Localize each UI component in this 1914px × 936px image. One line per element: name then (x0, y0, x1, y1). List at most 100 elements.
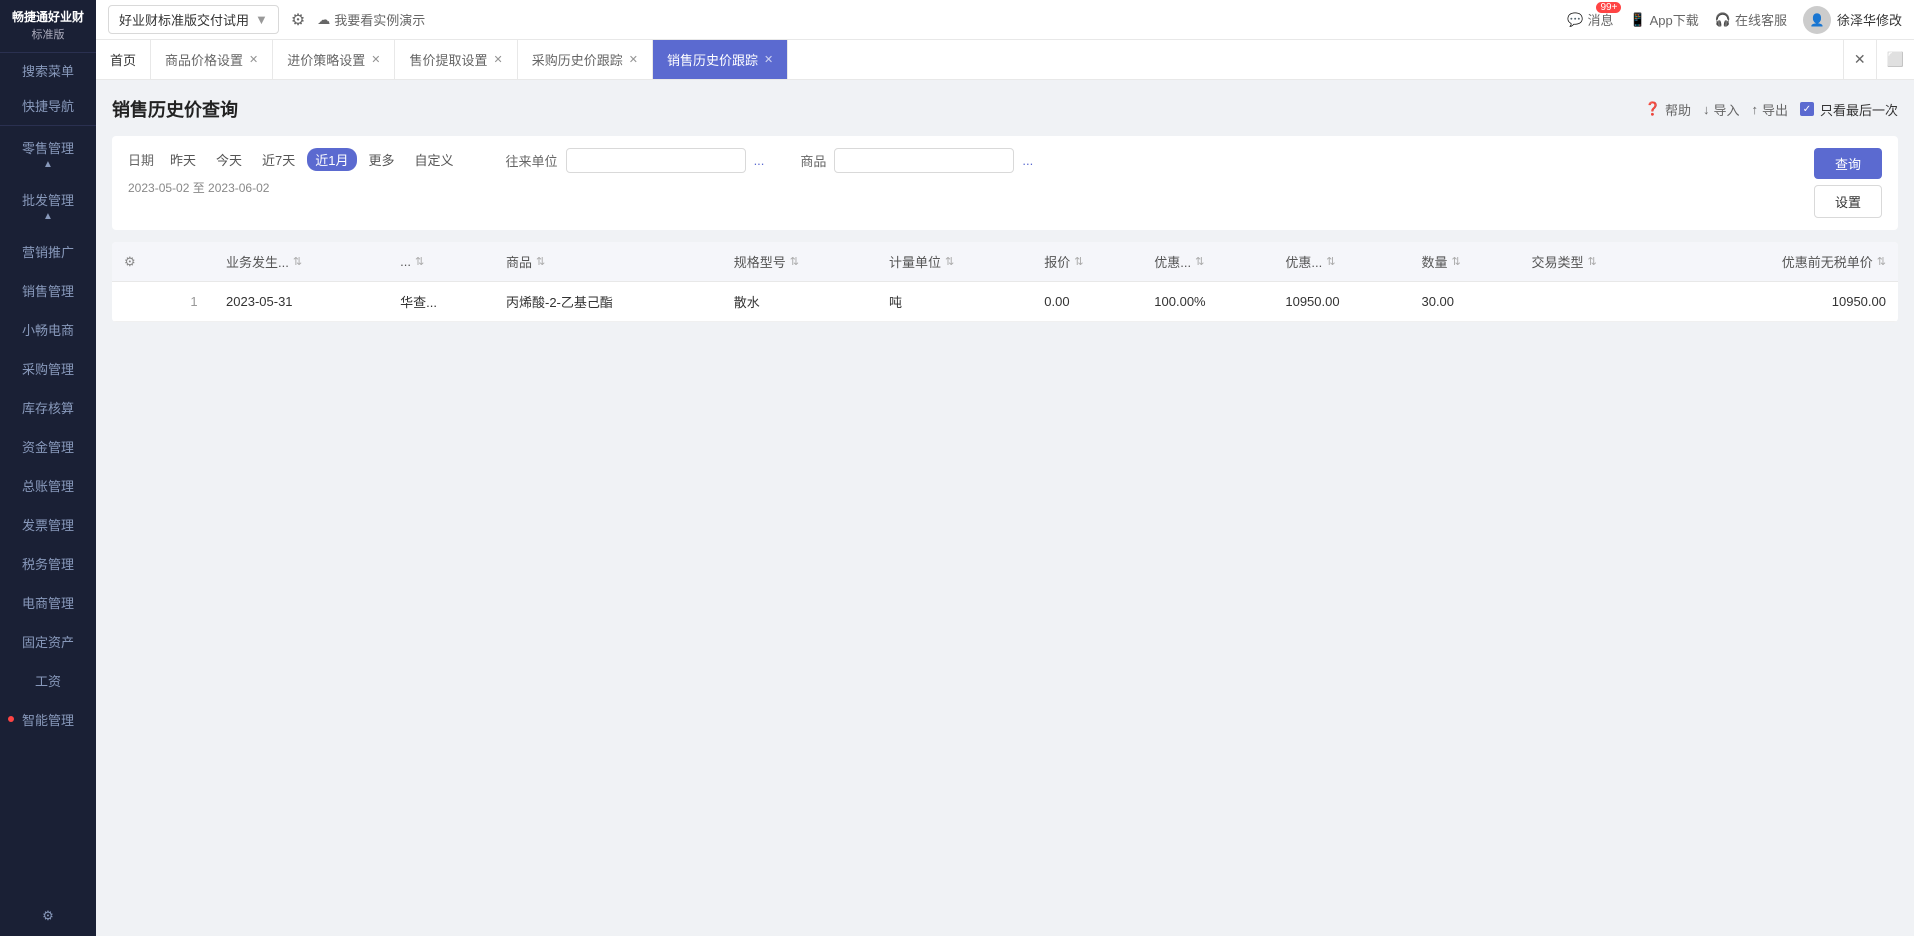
tab-price-extract[interactable]: 售价提取设置 ✕ (395, 40, 517, 80)
table-gear-icon[interactable]: ⚙ (124, 254, 136, 269)
product-input[interactable] (834, 148, 1014, 173)
sidebar-item-purchase[interactable]: 采购管理 (0, 349, 96, 388)
show-last-checkbox-label[interactable]: ✓ 只看最后一次 (1800, 100, 1898, 119)
sidebar-item-marketing[interactable]: 营销推广 (0, 232, 96, 271)
sidebar-item-label-assets: 固定资产 (22, 632, 74, 651)
col-pre-tax-price[interactable]: 优惠前无税单价 ⇅ (1675, 242, 1898, 282)
date-option-custom[interactable]: 自定义 (407, 148, 462, 171)
demo-link[interactable]: ☁ 我要看实例演示 (317, 10, 425, 29)
sidebar-item-label-ecommerce-small: 小畅电商 (22, 320, 74, 339)
tab-sales-history-close-icon[interactable]: ✕ (764, 53, 773, 66)
app-download-button[interactable]: 📱 App下载 (1629, 10, 1698, 29)
import-link[interactable]: ↓ 导入 (1703, 100, 1740, 119)
sidebar-item-assets[interactable]: 固定资产 (0, 622, 96, 661)
tab-purchase-history[interactable]: 采购历史价跟踪 ✕ (518, 40, 653, 80)
col-qty-sort-icon[interactable]: ⇅ (1452, 255, 1461, 268)
filter-actions: 查询 设置 (1814, 148, 1882, 218)
show-last-checkbox[interactable]: ✓ (1800, 102, 1814, 116)
col-more-sort-icon[interactable]: ⇅ (415, 255, 424, 268)
date-option-last7[interactable]: 近7天 (254, 148, 303, 171)
date-option-last1month[interactable]: 近1月 (307, 148, 356, 171)
help-icon: ❓ (1645, 101, 1661, 117)
sidebar-item-finance[interactable]: 资金管理 (0, 427, 96, 466)
tab-home[interactable]: 首页 (96, 40, 151, 80)
col-discount2[interactable]: 优惠... ⇅ (1273, 242, 1409, 282)
sidebar-item-payroll[interactable]: 工资 (0, 661, 96, 700)
source-unit-filter: 往来单位 ... (506, 148, 765, 173)
col-product[interactable]: 商品 ⇅ (494, 242, 722, 282)
tab-product-price[interactable]: 商品价格设置 ✕ (151, 40, 273, 80)
sidebar-quick-nav[interactable]: 快捷导航 (0, 88, 96, 123)
col-discount2-sort-icon[interactable]: ⇅ (1326, 255, 1335, 268)
sidebar-item-sales[interactable]: 销售管理 (0, 271, 96, 310)
version-selector-text: 好业财标准版交付试用 (119, 10, 249, 29)
col-pre-tax-price-label: 优惠前无税单价 (1782, 252, 1873, 271)
row-qty-cell: 30.00 (1409, 282, 1519, 322)
data-table-container: ⚙ 业务发生... ⇅ ... ⇅ (112, 242, 1898, 322)
sidebar-search[interactable]: 搜索菜单 (0, 53, 96, 88)
sidebar-item-ecommerce[interactable]: 电商管理 (0, 583, 96, 622)
col-qty-label: 数量 (1421, 252, 1447, 271)
tab-price-extract-close-icon[interactable]: ✕ (494, 53, 503, 66)
source-unit-input[interactable] (566, 148, 746, 173)
message-button[interactable]: 💬 消息 99+ (1567, 10, 1613, 29)
setting-button[interactable]: 设置 (1814, 185, 1882, 218)
product-more[interactable]: ... (1022, 153, 1033, 168)
source-unit-more[interactable]: ... (754, 153, 765, 168)
date-option-more[interactable]: 更多 (361, 148, 403, 171)
col-spec[interactable]: 规格型号 ⇅ (722, 242, 877, 282)
sidebar-item-smart[interactable]: 智能管理 (0, 700, 96, 739)
col-product-sort-icon[interactable]: ⇅ (536, 255, 545, 268)
col-tx-type-sort-icon[interactable]: ⇅ (1588, 255, 1597, 268)
sidebar-item-ecommerce-small[interactable]: 小畅电商 (0, 310, 96, 349)
show-last-label: 只看最后一次 (1820, 100, 1898, 119)
sidebar-item-general-ledger[interactable]: 总账管理 (0, 466, 96, 505)
col-pre-tax-sort-icon[interactable]: ⇅ (1877, 255, 1886, 268)
tab-price-strategy-close-icon[interactable]: ✕ (371, 53, 380, 66)
col-date[interactable]: 业务发生... ⇅ (214, 242, 388, 282)
col-unit[interactable]: 计量单位 ⇅ (877, 242, 1032, 282)
close-window-button[interactable]: ✕ (1843, 40, 1876, 80)
col-price[interactable]: 报价 ⇅ (1032, 242, 1142, 282)
col-discount1-sort-icon[interactable]: ⇅ (1195, 255, 1204, 268)
sidebar-item-retail[interactable]: 零售管理 ▲ (0, 128, 96, 180)
date-option-yesterday[interactable]: 昨天 (162, 148, 204, 171)
col-qty[interactable]: 数量 ⇅ (1409, 242, 1519, 282)
col-more[interactable]: ... ⇅ (388, 242, 494, 282)
sidebar-item-tax[interactable]: 税务管理 (0, 544, 96, 583)
help-label: 帮助 (1665, 100, 1691, 119)
import-icon: ↓ (1703, 102, 1710, 117)
online-service-button[interactable]: 🎧 在线客服 (1715, 10, 1787, 29)
tab-purchase-history-close-icon[interactable]: ✕ (629, 53, 638, 66)
col-spec-sort-icon[interactable]: ⇅ (790, 255, 799, 268)
topbar-gear-icon[interactable]: ⚙ (291, 10, 305, 30)
help-link[interactable]: ❓ 帮助 (1645, 100, 1691, 119)
sidebar-item-label-payroll: 工资 (35, 671, 61, 690)
maximize-window-button[interactable]: ⬜ (1876, 40, 1914, 80)
date-range-display: 2023-05-02 至 2023-06-02 (128, 179, 462, 196)
col-unit-sort-icon[interactable]: ⇅ (945, 255, 954, 268)
sidebar-arrow-wholesale: ▲ (43, 211, 53, 222)
col-discount1[interactable]: 优惠... ⇅ (1142, 242, 1273, 282)
query-button[interactable]: 查询 (1814, 148, 1882, 179)
sidebar-item-invoice[interactable]: 发票管理 (0, 505, 96, 544)
row-tx-type-cell (1520, 282, 1675, 322)
tab-product-price-close-icon[interactable]: ✕ (249, 53, 258, 66)
user-menu[interactable]: 👤 徐泽华修改 (1803, 6, 1902, 34)
sidebar-item-label-general-ledger: 总账管理 (22, 476, 74, 495)
col-price-sort-icon[interactable]: ⇅ (1074, 255, 1083, 268)
settings-gear-icon[interactable]: ⚙ (0, 896, 96, 936)
export-link[interactable]: ↑ 导出 (1751, 100, 1788, 119)
tab-price-strategy[interactable]: 进价策略设置 ✕ (273, 40, 395, 80)
col-date-sort-icon[interactable]: ⇅ (293, 255, 302, 268)
tab-sales-history[interactable]: 销售历史价跟踪 ✕ (653, 40, 788, 80)
version-selector[interactable]: 好业财标准版交付试用 ▼ (108, 5, 279, 34)
col-tx-type[interactable]: 交易类型 ⇅ (1520, 242, 1675, 282)
sidebar-item-inventory[interactable]: 库存核算 (0, 388, 96, 427)
date-option-today[interactable]: 今天 (208, 148, 250, 171)
col-gear[interactable]: ⚙ (112, 242, 174, 282)
sidebar-item-label-sales: 销售管理 (22, 281, 74, 300)
sidebar-item-wholesale[interactable]: 批发管理 ▲ (0, 180, 96, 232)
export-label: 导出 (1762, 100, 1788, 119)
date-filter-label: 日期 (128, 150, 154, 169)
